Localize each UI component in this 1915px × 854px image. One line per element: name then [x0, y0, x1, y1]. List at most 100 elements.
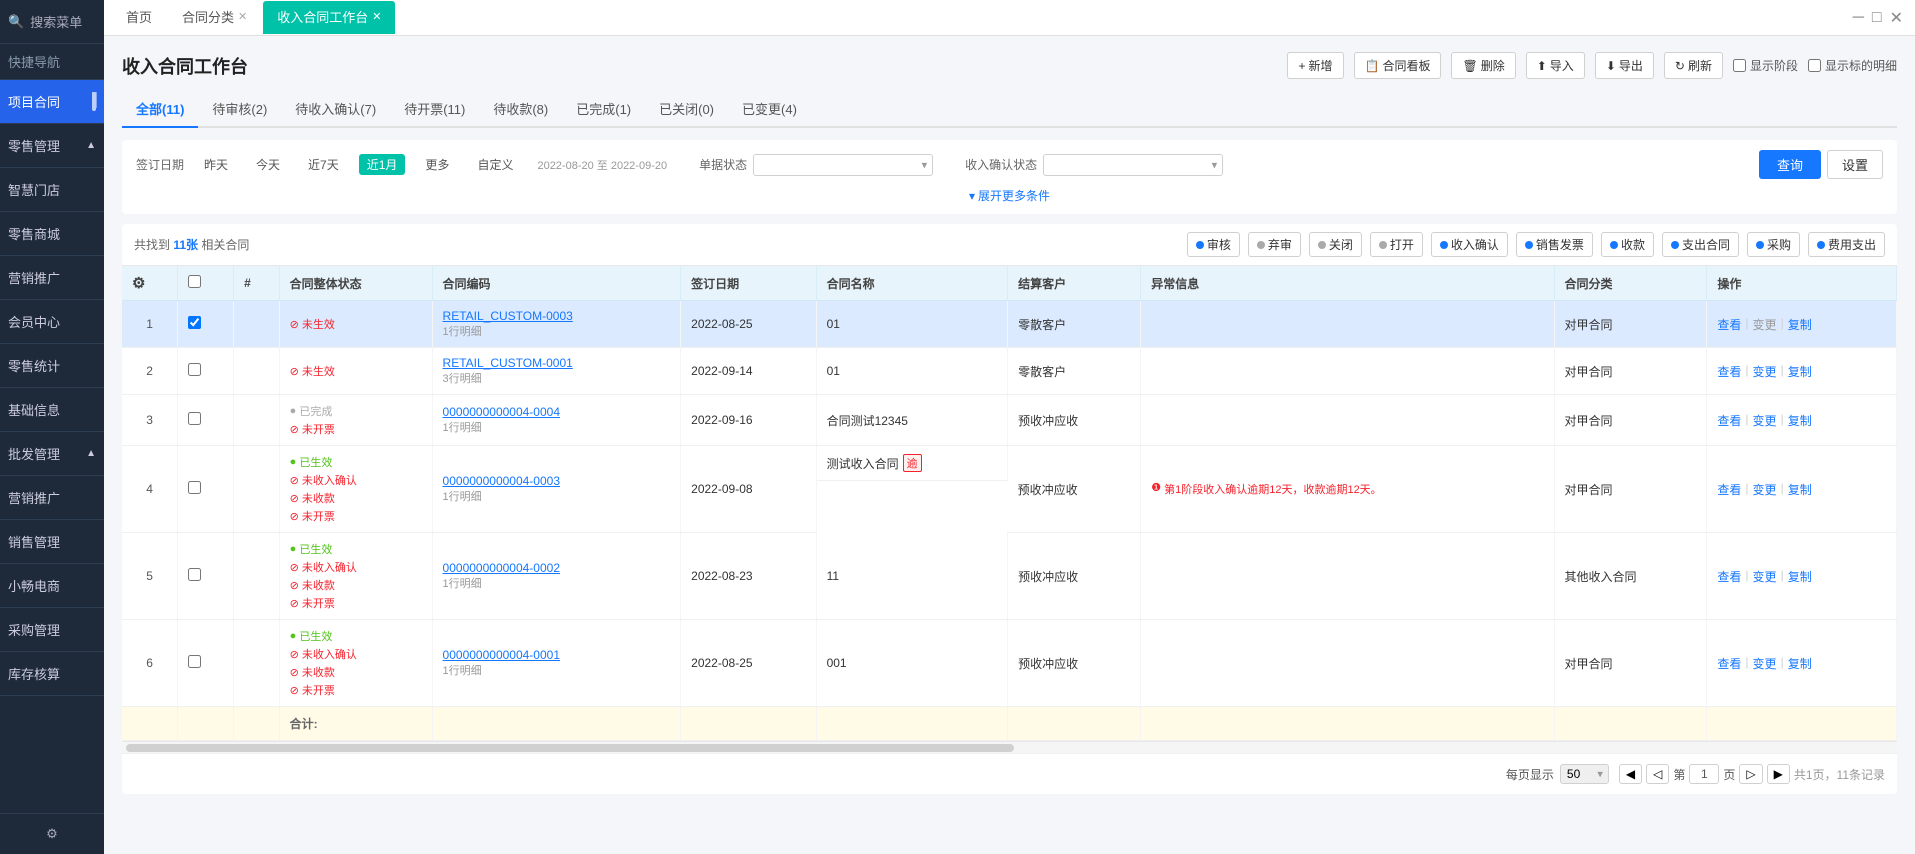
copy-op[interactable]: 复制: [1788, 363, 1812, 380]
purchase-button[interactable]: 采购: [1747, 232, 1800, 257]
refresh-button[interactable]: ↻ 刷新: [1664, 52, 1723, 79]
open-button[interactable]: 打开: [1370, 232, 1423, 257]
date-btn-more[interactable]: 更多: [417, 154, 457, 175]
receipt-button[interactable]: 收款: [1601, 232, 1654, 257]
review-button[interactable]: 审核: [1187, 232, 1240, 257]
row-select-checkbox[interactable]: [188, 316, 201, 329]
sidebar-search[interactable]: 🔍 搜索菜单: [0, 0, 104, 44]
sidebar-item-stock[interactable]: 库存核算: [0, 652, 104, 696]
scrollbar-thumb[interactable]: [126, 744, 1014, 752]
next-page-button[interactable]: ▷: [1739, 764, 1762, 784]
sidebar-item-retail-mall[interactable]: 零售商城: [0, 212, 104, 256]
status-tab-pending-income[interactable]: 待收入确认(7): [281, 91, 390, 128]
sidebar-item-wholesale[interactable]: 批发管理 ▲: [0, 432, 104, 476]
add-button[interactable]: + 新增: [1287, 52, 1343, 79]
change-op[interactable]: 变更: [1753, 363, 1777, 380]
income-status-select[interactable]: [1043, 154, 1223, 176]
col-settings[interactable]: ⚙: [122, 266, 178, 301]
change-op[interactable]: 变更: [1753, 568, 1777, 585]
set-button[interactable]: 设置: [1827, 150, 1883, 179]
show-details-checkbox[interactable]: 显示标的明细: [1808, 57, 1897, 74]
contract-code-link[interactable]: 0000000000004-0002: [443, 561, 560, 575]
change-op[interactable]: 变更: [1753, 655, 1777, 672]
copy-op[interactable]: 复制: [1788, 655, 1812, 672]
sales-invoice-button[interactable]: 销售发票: [1516, 232, 1593, 257]
date-btn-7days[interactable]: 近7天: [300, 154, 347, 175]
current-page-input[interactable]: 1: [1689, 764, 1719, 784]
sidebar-item-purchase[interactable]: 采购管理: [0, 608, 104, 652]
row-select-checkbox[interactable]: [188, 481, 201, 494]
date-btn-yesterday[interactable]: 昨天: [196, 154, 236, 175]
tab-close-icon[interactable]: ✕: [372, 10, 381, 23]
status-tab-closed[interactable]: 已关闭(0): [645, 91, 728, 128]
sidebar-item-smart-store[interactable]: 智慧门店: [0, 168, 104, 212]
close-button[interactable]: 关闭: [1309, 232, 1362, 257]
query-button[interactable]: 查询: [1759, 150, 1821, 179]
sidebar-item-project[interactable]: 项目合同 ▌: [0, 80, 104, 124]
expense-button[interactable]: 费用支出: [1808, 232, 1885, 257]
select-all-checkbox[interactable]: [188, 275, 201, 288]
delete-button[interactable]: 🗑 删除: [1451, 52, 1515, 79]
expand-conditions-button[interactable]: ▾ 展开更多条件: [969, 187, 1050, 204]
sidebar-item-xiaochang[interactable]: 小畅电商: [0, 564, 104, 608]
import-button[interactable]: ⬆ 导入: [1526, 52, 1585, 79]
sidebar-item-retail-stat[interactable]: 零售统计: [0, 344, 104, 388]
minimize-button[interactable]: ─: [1853, 9, 1864, 27]
contract-code-link[interactable]: RETAIL_CUSTOM-0003: [443, 309, 573, 323]
first-page-button[interactable]: ◀: [1619, 764, 1642, 784]
status-tab-pending-review[interactable]: 待审核(2): [198, 91, 281, 128]
view-op[interactable]: 查看: [1717, 481, 1741, 498]
tab-income-workbench[interactable]: 收入合同工作台 ✕: [263, 1, 395, 34]
page-size-select[interactable]: 50 100 200: [1560, 764, 1609, 784]
close-button[interactable]: ✕: [1890, 8, 1903, 28]
tab-close-icon[interactable]: ✕: [238, 10, 247, 23]
abandon-button[interactable]: 弃审: [1248, 232, 1301, 257]
sidebar-item-marketing2[interactable]: 营销推广: [0, 476, 104, 520]
date-btn-today[interactable]: 今天: [248, 154, 288, 175]
income-confirm-button[interactable]: 收入确认: [1431, 232, 1508, 257]
date-btn-1month[interactable]: 近1月: [359, 154, 406, 175]
payment-contract-button[interactable]: 支出合同: [1662, 232, 1739, 257]
sidebar-item-basic[interactable]: 基础信息: [0, 388, 104, 432]
copy-op[interactable]: 复制: [1788, 412, 1812, 429]
export-button[interactable]: ⬇ 导出: [1595, 52, 1654, 79]
view-op[interactable]: 查看: [1717, 363, 1741, 380]
sidebar-item-retail[interactable]: 零售管理 ▲: [0, 124, 104, 168]
contract-code-link[interactable]: 0000000000004-0003: [443, 474, 560, 488]
show-columns-input[interactable]: [1733, 59, 1746, 72]
date-btn-custom[interactable]: 自定义: [469, 154, 521, 175]
change-op[interactable]: 变更: [1753, 412, 1777, 429]
row-select-checkbox[interactable]: [188, 412, 201, 425]
status-tab-changed[interactable]: 已变更(4): [728, 91, 811, 128]
contract-code-link[interactable]: 0000000000004-0001: [443, 648, 560, 662]
sidebar-item-marketing[interactable]: 营销推广: [0, 256, 104, 300]
contract-board-button[interactable]: 📋 合同看板: [1354, 52, 1442, 79]
prev-page-button[interactable]: ◁: [1646, 764, 1669, 784]
horizontal-scrollbar[interactable]: [122, 741, 1897, 753]
contract-code-link[interactable]: RETAIL_CUSTOM-0001: [443, 356, 573, 370]
status-tab-pending-receipt[interactable]: 待收款(8): [479, 91, 562, 128]
sidebar-quicknav[interactable]: 快捷导航: [0, 44, 104, 80]
status-tab-pending-invoice[interactable]: 待开票(11): [390, 91, 479, 128]
row-select-checkbox[interactable]: [188, 655, 201, 668]
copy-op[interactable]: 复制: [1788, 316, 1812, 333]
last-page-button[interactable]: ▶: [1767, 764, 1790, 784]
copy-op[interactable]: 复制: [1788, 481, 1812, 498]
row-select-checkbox[interactable]: [188, 363, 201, 376]
view-op[interactable]: 查看: [1717, 316, 1741, 333]
maximize-button[interactable]: □: [1872, 9, 1882, 27]
view-op[interactable]: 查看: [1717, 412, 1741, 429]
sidebar-item-member[interactable]: 会员中心: [0, 300, 104, 344]
change-op[interactable]: 变更: [1753, 481, 1777, 498]
copy-op[interactable]: 复制: [1788, 568, 1812, 585]
sidebar-settings[interactable]: ⚙: [0, 813, 104, 854]
contract-code-link[interactable]: 0000000000004-0004: [443, 405, 560, 419]
status-tab-all[interactable]: 全部(11): [122, 91, 198, 128]
view-op[interactable]: 查看: [1717, 655, 1741, 672]
sidebar-item-sales[interactable]: 销售管理: [0, 520, 104, 564]
status-tab-completed[interactable]: 已完成(1): [562, 91, 645, 128]
tab-home[interactable]: 首页: [112, 1, 166, 34]
tab-contract-category[interactable]: 合同分类 ✕: [168, 1, 261, 34]
show-details-input[interactable]: [1808, 59, 1821, 72]
show-columns-checkbox[interactable]: 显示阶段: [1733, 57, 1798, 74]
